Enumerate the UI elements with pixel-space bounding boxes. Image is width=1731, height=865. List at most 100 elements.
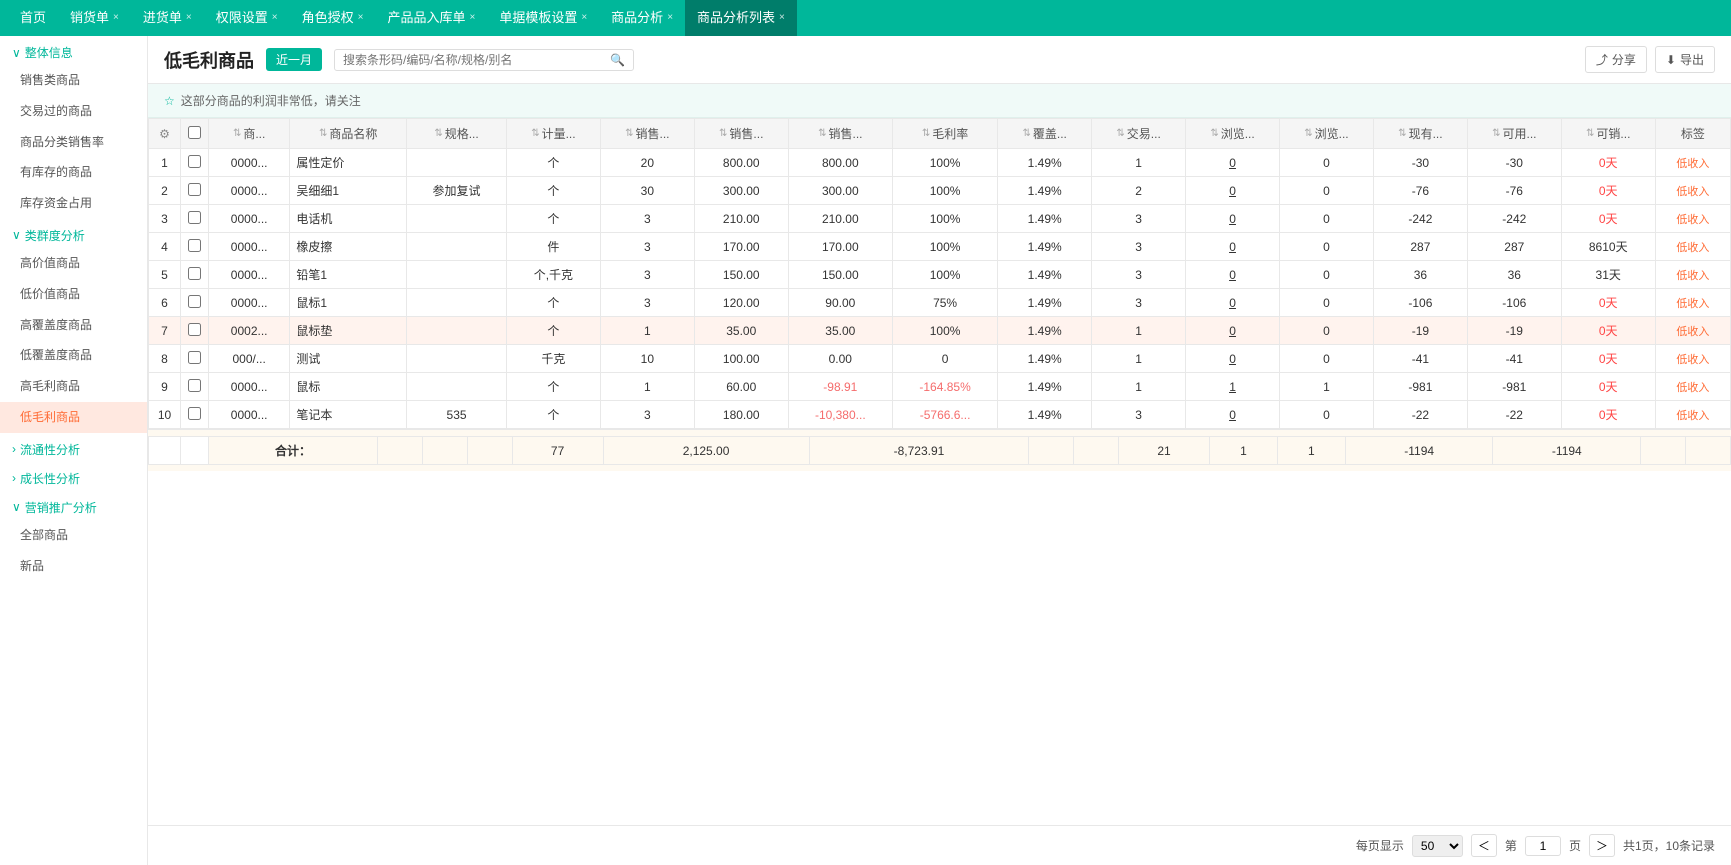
- sidebar-item-high-coverage[interactable]: 高覆盖度商品: [0, 310, 147, 341]
- row-checkbox[interactable]: [188, 379, 201, 392]
- sidebar-group-cluster[interactable]: ∨ 类群度分析: [0, 219, 147, 248]
- nav-product-analysis-list[interactable]: 商品分析列表 ×: [685, 0, 797, 36]
- col-sellable[interactable]: ⇅可销...: [1561, 119, 1655, 149]
- row-view1[interactable]: 0: [1186, 233, 1280, 261]
- sort-icon[interactable]: ⇅: [1116, 128, 1124, 139]
- nav-purchase-order[interactable]: 进货单 ×: [131, 0, 204, 36]
- sidebar-item-low-coverage[interactable]: 低覆盖度商品: [0, 340, 147, 371]
- sort-icon[interactable]: ⇅: [531, 128, 539, 139]
- col-gross-margin[interactable]: ⇅毛利率: [892, 119, 997, 149]
- row-checkbox-cell[interactable]: [181, 401, 209, 429]
- col-view2[interactable]: ⇅浏览...: [1280, 119, 1374, 149]
- row-view1[interactable]: 1: [1186, 373, 1280, 401]
- row-view1[interactable]: 0: [1186, 205, 1280, 233]
- page-number-input[interactable]: [1525, 836, 1561, 856]
- sort-icon[interactable]: ⇅: [1022, 128, 1030, 139]
- table-wrapper[interactable]: ⚙ ⇅商... ⇅商品名称 ⇅规格... ⇅计量... ⇅销售... ⇅销售..…: [148, 118, 1731, 825]
- sort-icon[interactable]: ⇅: [1492, 128, 1500, 139]
- sidebar-item-high-value[interactable]: 高价值商品: [0, 248, 147, 279]
- col-unit[interactable]: ⇅计量...: [506, 119, 600, 149]
- date-filter-button[interactable]: 近一月: [266, 48, 322, 71]
- row-checkbox-cell[interactable]: [181, 205, 209, 233]
- sort-icon[interactable]: ⇅: [1210, 128, 1218, 139]
- sidebar-item-low-value[interactable]: 低价值商品: [0, 279, 147, 310]
- sidebar-group-marketing[interactable]: ∨ 营销推广分析: [0, 491, 147, 520]
- row-checkbox[interactable]: [188, 351, 201, 364]
- export-button[interactable]: ⬇ 导出: [1655, 46, 1715, 73]
- close-icon[interactable]: ×: [469, 0, 475, 36]
- row-checkbox[interactable]: [188, 155, 201, 168]
- sidebar-group-circulation[interactable]: › 流通性分析: [0, 433, 147, 462]
- share-button[interactable]: ⤴ 分享: [1585, 46, 1647, 73]
- page-size-select[interactable]: 50 100 200: [1412, 835, 1463, 857]
- sidebar-group-growth[interactable]: › 成长性分析: [0, 462, 147, 491]
- col-tag[interactable]: 标签: [1655, 119, 1730, 149]
- sidebar-item-all-products[interactable]: 全部商品: [0, 520, 147, 551]
- row-checkbox[interactable]: [188, 323, 201, 336]
- col-available[interactable]: ⇅可用...: [1467, 119, 1561, 149]
- sidebar-group-overall[interactable]: ∨ 整体信息: [0, 36, 147, 65]
- row-view1[interactable]: 0: [1186, 345, 1280, 373]
- row-view1[interactable]: 0: [1186, 177, 1280, 205]
- row-checkbox[interactable]: [188, 407, 201, 420]
- sort-icon[interactable]: ⇅: [233, 128, 241, 139]
- row-checkbox[interactable]: [188, 295, 201, 308]
- sidebar-item-stock-capital[interactable]: 库存资金占用: [0, 188, 147, 219]
- col-spec[interactable]: ⇅规格...: [407, 119, 507, 149]
- nav-home[interactable]: 首页: [8, 0, 58, 36]
- row-checkbox-cell[interactable]: [181, 289, 209, 317]
- nav-role-auth[interactable]: 角色授权 ×: [290, 0, 376, 36]
- close-icon[interactable]: ×: [667, 0, 673, 36]
- search-icon[interactable]: 🔍: [610, 53, 625, 67]
- col-sales-price[interactable]: ⇅销售...: [694, 119, 788, 149]
- sort-icon[interactable]: ⇅: [922, 128, 930, 139]
- row-checkbox[interactable]: [188, 183, 201, 196]
- sidebar-item-low-margin[interactable]: 低毛利商品: [0, 402, 147, 433]
- sidebar-item-new-products[interactable]: 新品: [0, 551, 147, 582]
- nav-product-entry[interactable]: 产品品入库单 ×: [375, 0, 487, 36]
- search-input[interactable]: [343, 53, 610, 67]
- sort-icon[interactable]: ⇅: [434, 128, 442, 139]
- row-view1[interactable]: 0: [1186, 317, 1280, 345]
- prev-page-button[interactable]: ＜: [1471, 834, 1497, 857]
- next-page-button[interactable]: ＞: [1589, 834, 1615, 857]
- row-checkbox-cell[interactable]: [181, 233, 209, 261]
- sort-icon[interactable]: ⇅: [1398, 128, 1406, 139]
- sort-icon[interactable]: ⇅: [719, 128, 727, 139]
- col-name[interactable]: ⇅商品名称: [290, 119, 407, 149]
- row-checkbox[interactable]: [188, 239, 201, 252]
- sidebar-item-sales-products[interactable]: 销售类商品: [0, 65, 147, 96]
- col-coverage[interactable]: ⇅覆盖...: [998, 119, 1092, 149]
- search-box[interactable]: 🔍: [334, 49, 634, 71]
- close-icon[interactable]: ×: [186, 0, 192, 36]
- nav-template-settings[interactable]: 单据模板设置 ×: [487, 0, 599, 36]
- row-checkbox-cell[interactable]: [181, 177, 209, 205]
- close-icon[interactable]: ×: [113, 0, 119, 36]
- select-all-checkbox[interactable]: [188, 126, 201, 139]
- row-checkbox-cell[interactable]: [181, 261, 209, 289]
- row-checkbox-cell[interactable]: [181, 373, 209, 401]
- col-code[interactable]: ⇅商...: [209, 119, 290, 149]
- sidebar-item-traded-products[interactable]: 交易过的商品: [0, 96, 147, 127]
- col-transaction[interactable]: ⇅交易...: [1092, 119, 1186, 149]
- nav-sales-order[interactable]: 销货单 ×: [58, 0, 131, 36]
- settings-icon[interactable]: ⚙: [159, 127, 170, 141]
- sidebar-item-stock-products[interactable]: 有库存的商品: [0, 157, 147, 188]
- col-checkbox[interactable]: [181, 119, 209, 149]
- sidebar-item-category-sales-rate[interactable]: 商品分类销售率: [0, 127, 147, 158]
- sort-icon[interactable]: ⇅: [625, 128, 633, 139]
- col-current[interactable]: ⇅现有...: [1373, 119, 1467, 149]
- sort-icon[interactable]: ⇅: [319, 128, 327, 139]
- col-sales-profit[interactable]: ⇅销售...: [788, 119, 892, 149]
- sort-icon[interactable]: ⇅: [818, 128, 826, 139]
- col-sales-count[interactable]: ⇅销售...: [600, 119, 694, 149]
- close-icon[interactable]: ×: [358, 0, 364, 36]
- row-checkbox[interactable]: [188, 211, 201, 224]
- sort-icon[interactable]: ⇅: [1304, 128, 1312, 139]
- col-settings[interactable]: ⚙: [149, 119, 181, 149]
- sidebar-item-high-margin[interactable]: 高毛利商品: [0, 371, 147, 402]
- row-view1[interactable]: 0: [1186, 149, 1280, 177]
- close-icon[interactable]: ×: [272, 0, 278, 36]
- row-view1[interactable]: 0: [1186, 261, 1280, 289]
- row-checkbox-cell[interactable]: [181, 149, 209, 177]
